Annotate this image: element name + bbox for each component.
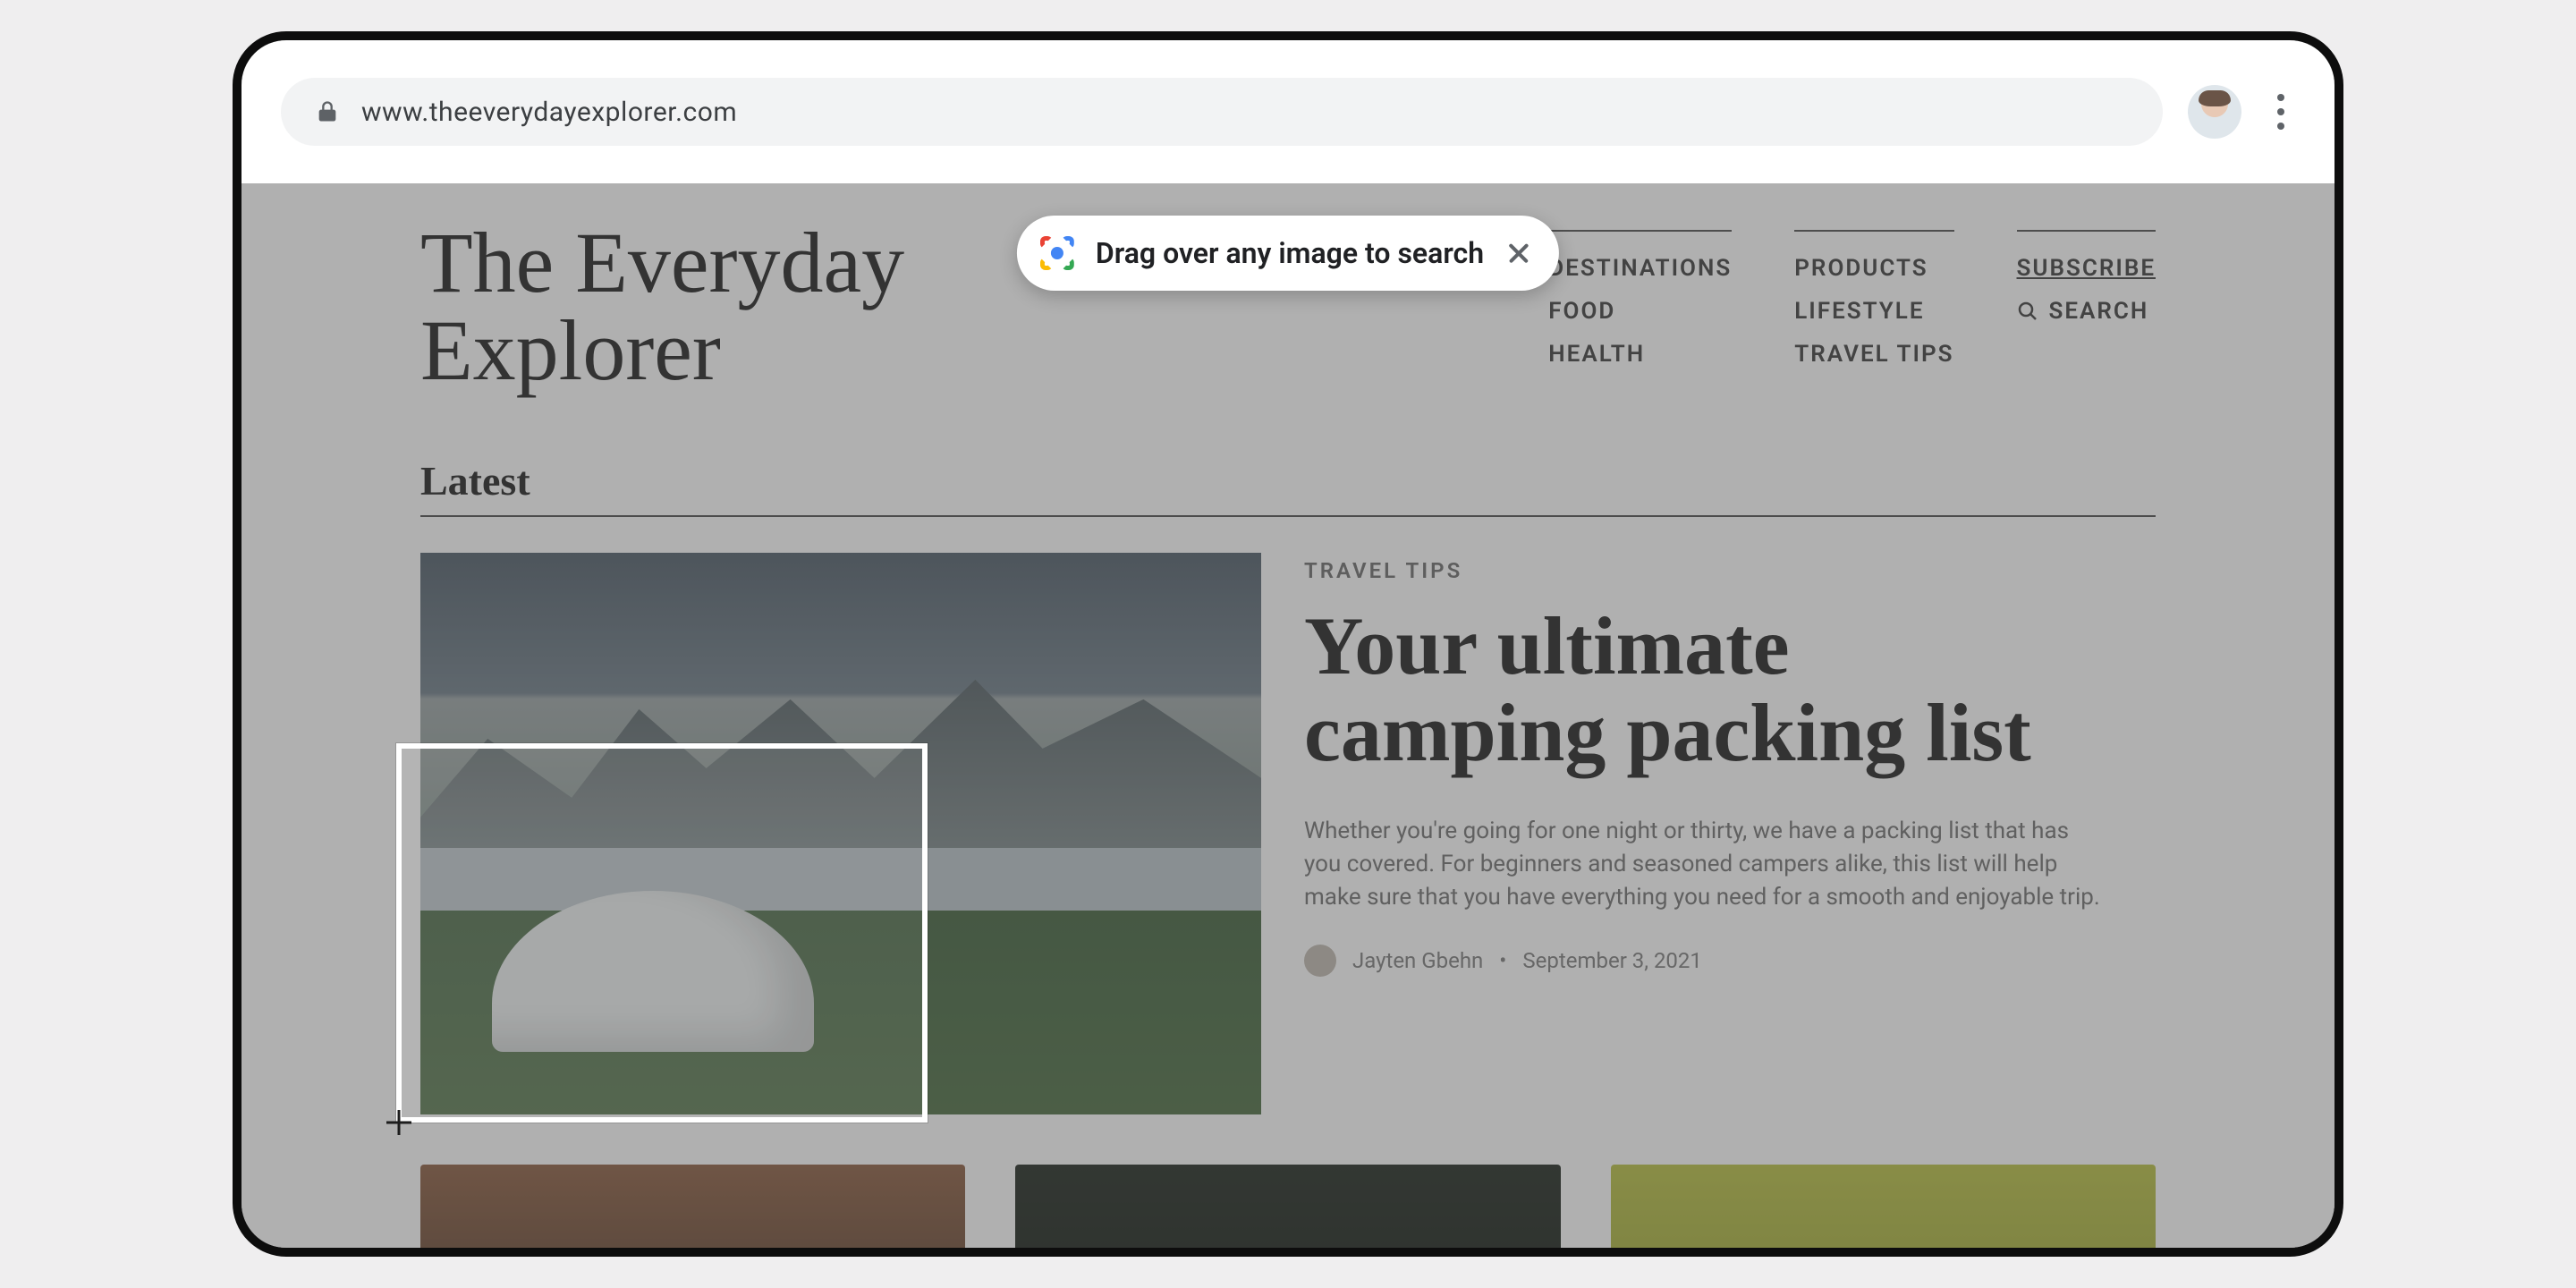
nav-column-1: DESTINATIONS FOOD HEALTH — [1548, 230, 1732, 368]
primary-nav: DESTINATIONS FOOD HEALTH PRODUCTS LIFEST… — [1548, 219, 2156, 368]
thumbnail-2[interactable] — [1015, 1165, 1560, 1257]
nav-link-products[interactable]: PRODUCTS — [1794, 255, 1953, 282]
nav-link-health[interactable]: HEALTH — [1548, 341, 1732, 368]
lens-tooltip: Drag over any image to search — [1017, 216, 1559, 291]
nav-rule — [1794, 230, 1953, 232]
thumbnail-1[interactable] — [420, 1165, 965, 1257]
article-byline: Jayten Gbehn • September 3, 2021 — [1304, 945, 2156, 977]
section-rule — [420, 515, 2156, 517]
menu-kebab-button[interactable] — [2267, 83, 2295, 140]
close-icon[interactable] — [1505, 240, 1532, 267]
section-heading-latest: Latest — [420, 457, 2156, 504]
search-icon — [2017, 301, 2038, 322]
address-bar[interactable]: www.theeverydayexplorer.com — [281, 78, 2163, 146]
site-title: The Everyday Explorer — [420, 219, 1046, 394]
byline-separator: • — [1499, 948, 1506, 973]
crosshair-cursor-icon — [386, 1110, 411, 1135]
nav-link-subscribe[interactable]: SUBSCRIBE — [2017, 255, 2156, 282]
nav-rule — [1548, 230, 1732, 232]
author-avatar — [1304, 945, 1336, 977]
lens-selection-box[interactable] — [396, 743, 928, 1123]
browser-toolbar: www.theeverydayexplorer.com — [242, 40, 2334, 183]
nav-column-2: PRODUCTS LIFESTYLE TRAVEL TIPS — [1794, 230, 1953, 368]
nav-link-destinations[interactable]: DESTINATIONS — [1548, 255, 1732, 282]
device-frame: www.theeverydayexplorer.com The Everyday… — [233, 31, 2343, 1257]
nav-link-food[interactable]: FOOD — [1548, 298, 1732, 325]
lens-tooltip-text: Drag over any image to search — [1096, 236, 1484, 270]
article-date: September 3, 2021 — [1522, 948, 1701, 973]
featured-copy: TRAVEL TIPS Your ultimate camping packin… — [1304, 553, 2156, 1114]
page-viewport: The Everyday Explorer DESTINATIONS FOOD … — [242, 183, 2334, 1248]
nav-search-label: SEARCH — [2049, 298, 2149, 325]
article-thumbnails — [420, 1165, 2156, 1257]
nav-link-travel-tips[interactable]: TRAVEL TIPS — [1794, 341, 1953, 368]
author-name[interactable]: Jayten Gbehn — [1352, 948, 1483, 973]
article-category[interactable]: TRAVEL TIPS — [1304, 558, 2156, 583]
url-text: www.theeverydayexplorer.com — [361, 97, 737, 128]
google-lens-icon — [1040, 236, 1074, 270]
profile-avatar-button[interactable] — [2188, 85, 2241, 139]
nav-link-lifestyle[interactable]: LIFESTYLE — [1794, 298, 1953, 325]
nav-column-3: SUBSCRIBE SEARCH — [2017, 230, 2156, 368]
thumbnail-3[interactable] — [1611, 1165, 2156, 1257]
lock-icon — [315, 99, 340, 124]
article-dek: Whether you're going for one night or th… — [1304, 815, 2109, 914]
article-headline[interactable]: Your ultimate camping packing list — [1304, 603, 2109, 777]
nav-link-search[interactable]: SEARCH — [2017, 298, 2156, 325]
nav-rule — [2017, 230, 2156, 232]
